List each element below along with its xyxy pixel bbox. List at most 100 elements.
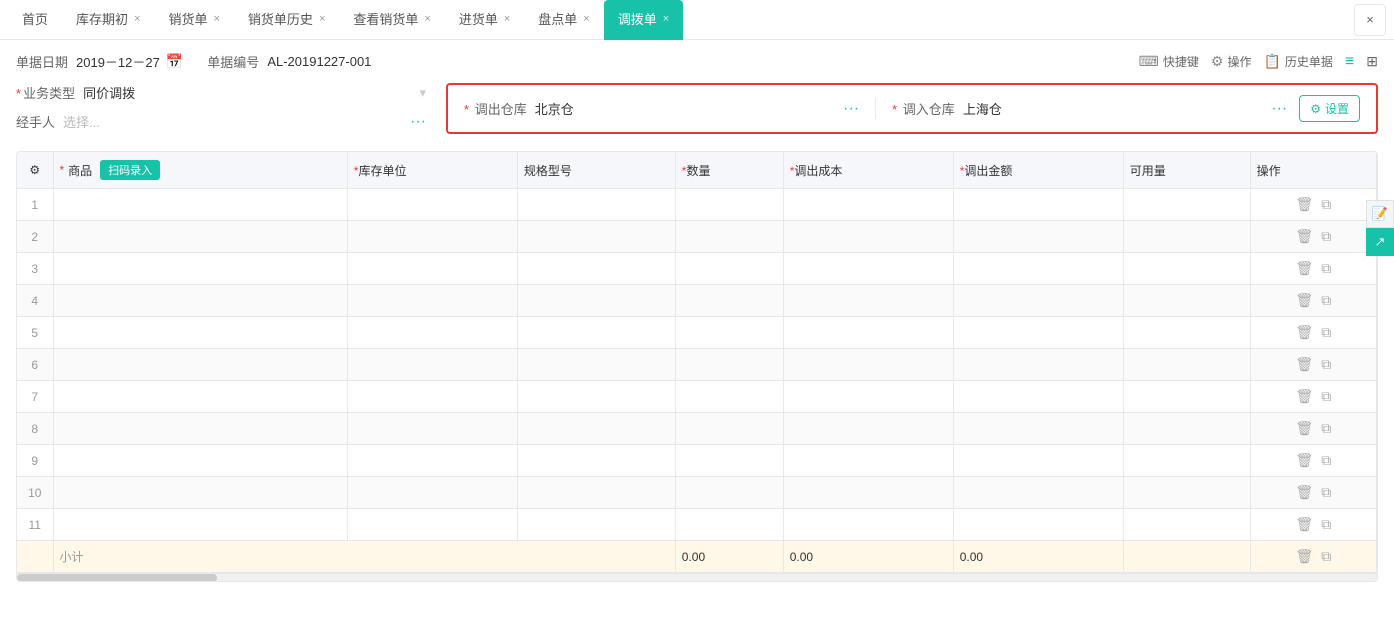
- cell-empty[interactable]: [953, 317, 1123, 349]
- tab-inventory-count[interactable]: 盘点单 ×: [524, 0, 603, 40]
- side-note-button[interactable]: 📝: [1366, 200, 1394, 228]
- cell-empty[interactable]: [53, 221, 347, 253]
- delete-row-icon[interactable]: 🗑: [1295, 260, 1313, 277]
- copy-row-icon[interactable]: ⧉: [1321, 484, 1331, 501]
- cell-empty[interactable]: [953, 221, 1123, 253]
- window-close-button[interactable]: ×: [1354, 4, 1386, 36]
- cell-empty[interactable]: [53, 477, 347, 509]
- cell-empty[interactable]: [53, 253, 347, 285]
- scan-input-button[interactable]: 扫码录入: [100, 160, 160, 180]
- tab-inventory-init-close[interactable]: ×: [134, 13, 140, 25]
- cell-empty[interactable]: [53, 445, 347, 477]
- handler-input[interactable]: 选择...: [63, 112, 402, 131]
- cell-empty[interactable]: [517, 477, 675, 509]
- cell-empty[interactable]: [517, 189, 675, 221]
- cell-empty[interactable]: [53, 413, 347, 445]
- tab-inventory-count-close[interactable]: ×: [583, 13, 589, 25]
- th-settings[interactable]: ⚙: [17, 152, 53, 189]
- cell-empty[interactable]: [347, 477, 517, 509]
- subtotal-delete-icon[interactable]: 🗑: [1295, 548, 1313, 565]
- copy-row-icon[interactable]: ⧉: [1321, 452, 1331, 469]
- cell-empty[interactable]: [675, 317, 783, 349]
- cell-empty[interactable]: [675, 381, 783, 413]
- cell-empty[interactable]: [783, 413, 953, 445]
- cell-empty[interactable]: [347, 253, 517, 285]
- cell-empty[interactable]: [675, 477, 783, 509]
- tab-view-sales[interactable]: 查看销货单 ×: [339, 0, 444, 40]
- business-type-dropdown-icon[interactable]: ▾: [419, 85, 426, 101]
- cell-empty[interactable]: [1123, 285, 1250, 317]
- delete-row-icon[interactable]: 🗑: [1295, 228, 1313, 245]
- delete-row-icon[interactable]: 🗑: [1295, 516, 1313, 533]
- cell-empty[interactable]: [517, 317, 675, 349]
- tab-sales-history-close[interactable]: ×: [319, 13, 325, 25]
- tab-view-sales-close[interactable]: ×: [424, 13, 430, 25]
- layout-button-list[interactable]: ≡: [1345, 53, 1354, 71]
- cell-empty[interactable]: [517, 285, 675, 317]
- cell-empty[interactable]: [953, 413, 1123, 445]
- cell-empty[interactable]: [347, 221, 517, 253]
- cell-empty[interactable]: [675, 221, 783, 253]
- delete-row-icon[interactable]: 🗑: [1295, 356, 1313, 373]
- tab-sales-order[interactable]: 销货单 ×: [154, 0, 233, 40]
- copy-row-icon[interactable]: ⧉: [1321, 356, 1331, 373]
- cell-empty[interactable]: [953, 285, 1123, 317]
- cell-empty[interactable]: [783, 221, 953, 253]
- copy-row-icon[interactable]: ⧉: [1321, 516, 1331, 533]
- cell-empty[interactable]: [347, 189, 517, 221]
- cell-empty[interactable]: [347, 413, 517, 445]
- copy-row-icon[interactable]: ⧉: [1321, 388, 1331, 405]
- delete-row-icon[interactable]: 🗑: [1295, 196, 1313, 213]
- cell-empty[interactable]: [53, 349, 347, 381]
- cell-empty[interactable]: [953, 509, 1123, 541]
- cell-empty[interactable]: [675, 349, 783, 381]
- cell-empty[interactable]: [347, 509, 517, 541]
- settings-button[interactable]: ⚙ 设置: [1299, 95, 1360, 122]
- copy-row-icon[interactable]: ⧉: [1321, 196, 1331, 213]
- cell-empty[interactable]: [783, 317, 953, 349]
- cell-empty[interactable]: [675, 413, 783, 445]
- cell-empty[interactable]: [517, 509, 675, 541]
- tab-transfer-close[interactable]: ×: [663, 13, 669, 25]
- transfer-out-more-button[interactable]: ···: [843, 100, 859, 118]
- tab-purchase[interactable]: 进货单 ×: [445, 0, 524, 40]
- layout-button-grid[interactable]: ⊞: [1366, 53, 1378, 70]
- tab-purchase-close[interactable]: ×: [504, 13, 510, 25]
- cell-empty[interactable]: [1123, 221, 1250, 253]
- tab-home[interactable]: 首页: [8, 0, 62, 40]
- transfer-in-more-button[interactable]: ···: [1271, 100, 1287, 118]
- copy-row-icon[interactable]: ⧉: [1321, 228, 1331, 245]
- horizontal-scrollbar[interactable]: [17, 573, 1377, 581]
- cell-empty[interactable]: [347, 285, 517, 317]
- cell-empty[interactable]: [1123, 413, 1250, 445]
- cell-empty[interactable]: [783, 349, 953, 381]
- tab-inventory-init[interactable]: 库存期初 ×: [62, 0, 154, 40]
- cell-empty[interactable]: [1123, 445, 1250, 477]
- delete-row-icon[interactable]: 🗑: [1295, 388, 1313, 405]
- business-type-select[interactable]: 同价调拨 ▾: [83, 83, 426, 102]
- cell-empty[interactable]: [517, 349, 675, 381]
- tab-sales-history[interactable]: 销货单历史 ×: [234, 0, 339, 40]
- side-expand-button[interactable]: ↗: [1366, 228, 1394, 256]
- cell-empty[interactable]: [53, 285, 347, 317]
- handler-more-button[interactable]: ···: [410, 113, 426, 131]
- cell-empty[interactable]: [347, 349, 517, 381]
- cell-empty[interactable]: [783, 253, 953, 285]
- cell-empty[interactable]: [1123, 253, 1250, 285]
- cell-empty[interactable]: [517, 221, 675, 253]
- history-button[interactable]: 📋 历史单据: [1263, 53, 1332, 70]
- cell-empty[interactable]: [53, 189, 347, 221]
- cell-empty[interactable]: [953, 349, 1123, 381]
- copy-row-icon[interactable]: ⧉: [1321, 260, 1331, 277]
- cell-empty[interactable]: [675, 189, 783, 221]
- cell-empty[interactable]: [347, 317, 517, 349]
- cell-empty[interactable]: [1123, 317, 1250, 349]
- copy-row-icon[interactable]: ⧉: [1321, 292, 1331, 309]
- cell-empty[interactable]: [675, 285, 783, 317]
- tab-transfer[interactable]: 调拨单 ×: [604, 0, 683, 40]
- operations-button[interactable]: ⚙ 操作: [1211, 53, 1252, 70]
- cell-empty[interactable]: [953, 445, 1123, 477]
- calendar-icon[interactable]: 📅: [166, 53, 183, 70]
- shortcuts-button[interactable]: ⌨ 快捷键: [1139, 53, 1199, 70]
- cell-empty[interactable]: [783, 445, 953, 477]
